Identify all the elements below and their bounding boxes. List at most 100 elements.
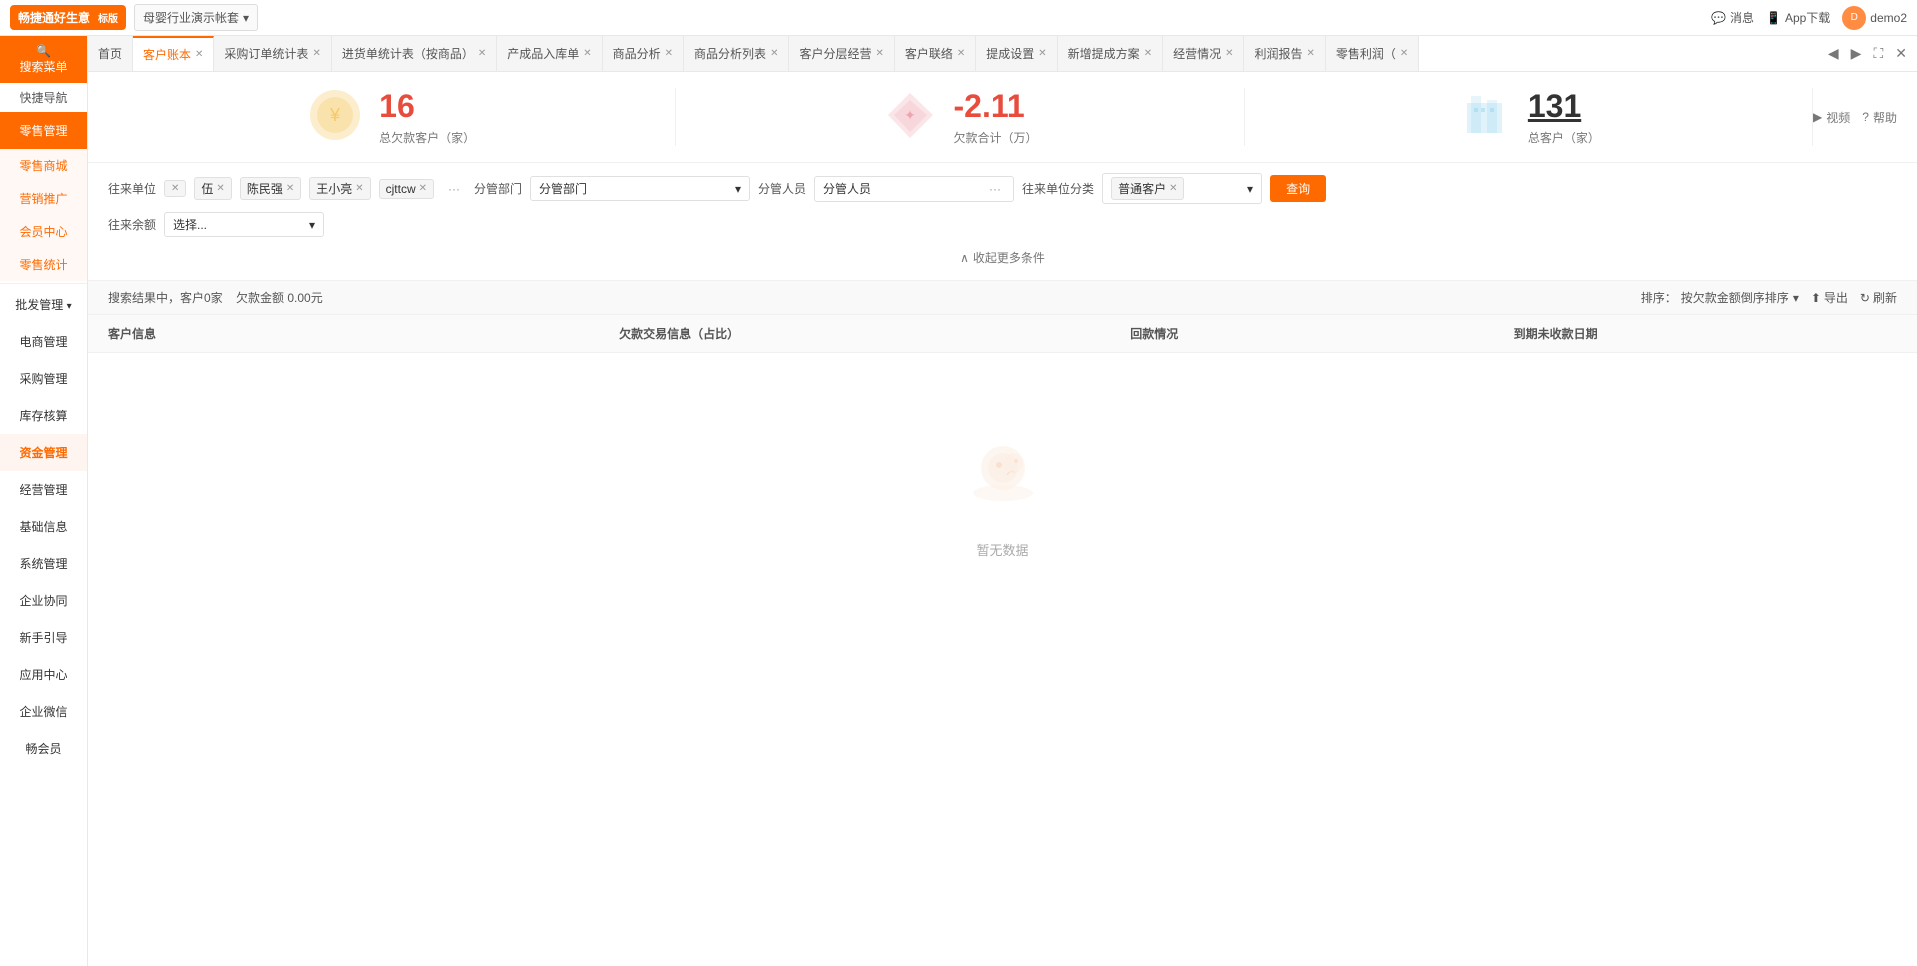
tab-business-status[interactable]: 经营情况 ✕ [1163,36,1244,72]
remainder-select[interactable]: 选择... ▾ [164,212,324,237]
collapse-more-button[interactable]: ∧ 收起更多条件 [108,245,1897,270]
tab-customer-tier[interactable]: 客户分层经营 ✕ [789,36,894,72]
account-name: 母婴行业演示帐套 [143,9,239,26]
sidebar-item-inventory[interactable]: 库存核算 [0,397,87,434]
tab-maximize-button[interactable]: ⛶ [1869,43,1887,64]
tab-goods-analysis[interactable]: 商品分析 ✕ [603,36,684,72]
refresh-button[interactable]: ↻ 刷新 [1860,289,1897,306]
filter-tag-wang-close[interactable]: ✕ [355,183,363,194]
tab-customer-contact-close[interactable]: ✕ [957,48,965,59]
sidebar-item-retail[interactable]: 零售管理 [0,112,87,149]
sidebar-sub-retail: 零售商城 营销推广 会员中心 零售统计 [0,149,87,281]
tab-purchase-stats-close[interactable]: ✕ [312,48,320,59]
sidebar-item-retail-stats[interactable]: 零售统计 [0,248,87,281]
person-dots[interactable]: ··· [985,180,1005,198]
help-button[interactable]: ? 帮助 [1862,109,1897,126]
user-menu[interactable]: D demo2 [1842,6,1907,30]
sort-selector[interactable]: 排序： 按欠款金额倒序排序 ▾ [1641,289,1799,306]
sidebar-item-system[interactable]: 系统管理 [0,545,87,582]
sidebar-item-retail-member[interactable]: 会员中心 [0,215,87,248]
video-help-button[interactable]: ▶ 视频 [1813,109,1850,126]
tab-prev-button[interactable]: ◀ [1824,43,1843,64]
sidebar-item-operations[interactable]: 经营管理 [0,471,87,508]
filter-tag-company-remove: ✕ [164,180,186,197]
tabbar: 首页 客户账本 ✕ 采购订单统计表 ✕ 进货单统计表（按商品） ✕ 产成品入库单… [88,36,1917,72]
refresh-icon: ↻ [1860,291,1870,305]
filter-tag-chen-label: 陈民强 [247,180,283,197]
message-button[interactable]: 💬 消息 [1711,9,1754,26]
filter-tag-normal-customer-close[interactable]: ✕ [1169,183,1177,194]
sidebar-item-enterprise-wechat[interactable]: 企业微信 [0,693,87,730]
account-selector[interactable]: 母婴行业演示帐套 ▾ [134,4,258,31]
tab-goods-analysis-list-close[interactable]: ✕ [770,48,778,59]
sidebar-item-basics[interactable]: 基础信息 [0,508,87,545]
sidebar-item-finance[interactable]: 资金管理 [0,434,87,471]
sidebar-app-center-label: 应用中心 [19,668,67,682]
filter-more-button[interactable]: ··· [442,180,466,198]
tab-customer-tier-label: 客户分层经营 [799,45,871,62]
export-button[interactable]: ⬆ 导出 [1811,289,1848,306]
stat-total-customers: 131 总客户（家） [1245,88,1813,146]
sidebar-item-batch[interactable]: 批发管理 ▾ [0,286,87,323]
filter-tag-company-remove-icon[interactable]: ✕ [171,183,179,194]
tabbar-actions: ◀ ▶ ⛶ ✕ [1818,43,1917,64]
sidebar-item-retail-mall[interactable]: 零售商城 [0,149,87,182]
filter-tag-chen-close[interactable]: ✕ [286,183,294,194]
sidebar-item-member[interactable]: 畅会员 [0,730,87,767]
tab-profit-report-close[interactable]: ✕ [1307,48,1315,59]
tab-inventory-stats-close[interactable]: ✕ [478,48,486,59]
person-select[interactable]: 分管人员 ··· [814,176,1014,202]
tab-inventory-stats[interactable]: 进货单统计表（按商品） ✕ [332,36,497,72]
tab-goods-analysis-list[interactable]: 商品分析列表 ✕ [684,36,789,72]
tab-goods-analysis-close[interactable]: ✕ [665,48,673,59]
tab-new-improvement[interactable]: 新增提成方案 ✕ [1058,36,1163,72]
sidebar-item-new-guide[interactable]: 新手引导 [0,619,87,656]
tab-close-all-button[interactable]: ✕ [1891,43,1911,64]
tab-accounts[interactable]: 客户账本 ✕ [133,36,214,72]
tab-next-button[interactable]: ▶ [1847,43,1866,64]
sidebar-enterprise-wechat-label: 企业微信 [19,705,67,719]
tab-production-in[interactable]: 产成品入库单 ✕ [497,36,602,72]
table-col-customer-info: 客户信息 [108,325,619,342]
sidebar-item-purchase[interactable]: 采购管理 [0,360,87,397]
chevron-right-icon: ▾ [67,301,72,312]
app-download-button[interactable]: 📱 App下载 [1766,9,1830,26]
company-filter-label: 往来单位 [108,180,156,197]
filter-tag-cjttcw-close[interactable]: ✕ [419,183,427,194]
video-label: 视频 [1826,109,1850,126]
tab-accounts-label: 客户账本 [143,46,191,63]
sidebar-item-retail-marketing[interactable]: 营销推广 [0,182,87,215]
filter-tag-wu-close[interactable]: ✕ [216,183,224,194]
tab-production-in-close[interactable]: ✕ [583,48,591,59]
bell-icon: 💬 [1711,11,1726,25]
tab-improvement-settings[interactable]: 提成设置 ✕ [976,36,1057,72]
tab-accounts-close[interactable]: ✕ [195,49,203,60]
sidebar-item-enterprise-collab[interactable]: 企业协同 [0,582,87,619]
tab-business-status-close[interactable]: ✕ [1225,48,1233,59]
search-icon: 🔍 [36,44,51,58]
tab-retail-profit-close[interactable]: ✕ [1400,48,1408,59]
category-select[interactable]: 普通客户 ✕ ▾ [1102,173,1262,204]
tab-new-improvement-close[interactable]: ✕ [1144,48,1152,59]
tab-improvement-settings-close[interactable]: ✕ [1038,48,1046,59]
overdue-customers-label: 总欠款客户（家） [379,129,475,146]
sidebar-search[interactable]: 🔍 搜索菜单 [0,36,87,83]
sidebar-quick-nav[interactable]: 快捷导航 [0,83,87,112]
tab-customer-tier-close[interactable]: ✕ [875,48,883,59]
chevron-down-icon: ▾ [735,182,741,196]
tab-customer-contact[interactable]: 客户联络 ✕ [895,36,976,72]
sidebar-system-label: 系统管理 [19,557,67,571]
sidebar-item-ecommerce[interactable]: 电商管理 [0,323,87,360]
empty-icon [963,433,1043,528]
tab-goods-analysis-list-label: 商品分析列表 [694,45,766,62]
tab-profit-report[interactable]: 利润报告 ✕ [1244,36,1325,72]
tab-purchase-stats[interactable]: 采购订单统计表 ✕ [214,36,331,72]
help-label: 帮助 [1873,109,1897,126]
tab-retail-profit[interactable]: 零售利润（ ✕ [1326,36,1419,72]
department-select[interactable]: 分管部门 ▾ [530,176,750,201]
search-button[interactable]: 查询 [1270,175,1326,202]
tab-home[interactable]: 首页 [88,36,133,72]
sidebar-item-app-center[interactable]: 应用中心 [0,656,87,693]
divider-1 [0,283,87,284]
topbar: 畅捷通好生意 标版 母婴行业演示帐套 ▾ 💬 消息 📱 App下载 D demo… [0,0,1917,36]
